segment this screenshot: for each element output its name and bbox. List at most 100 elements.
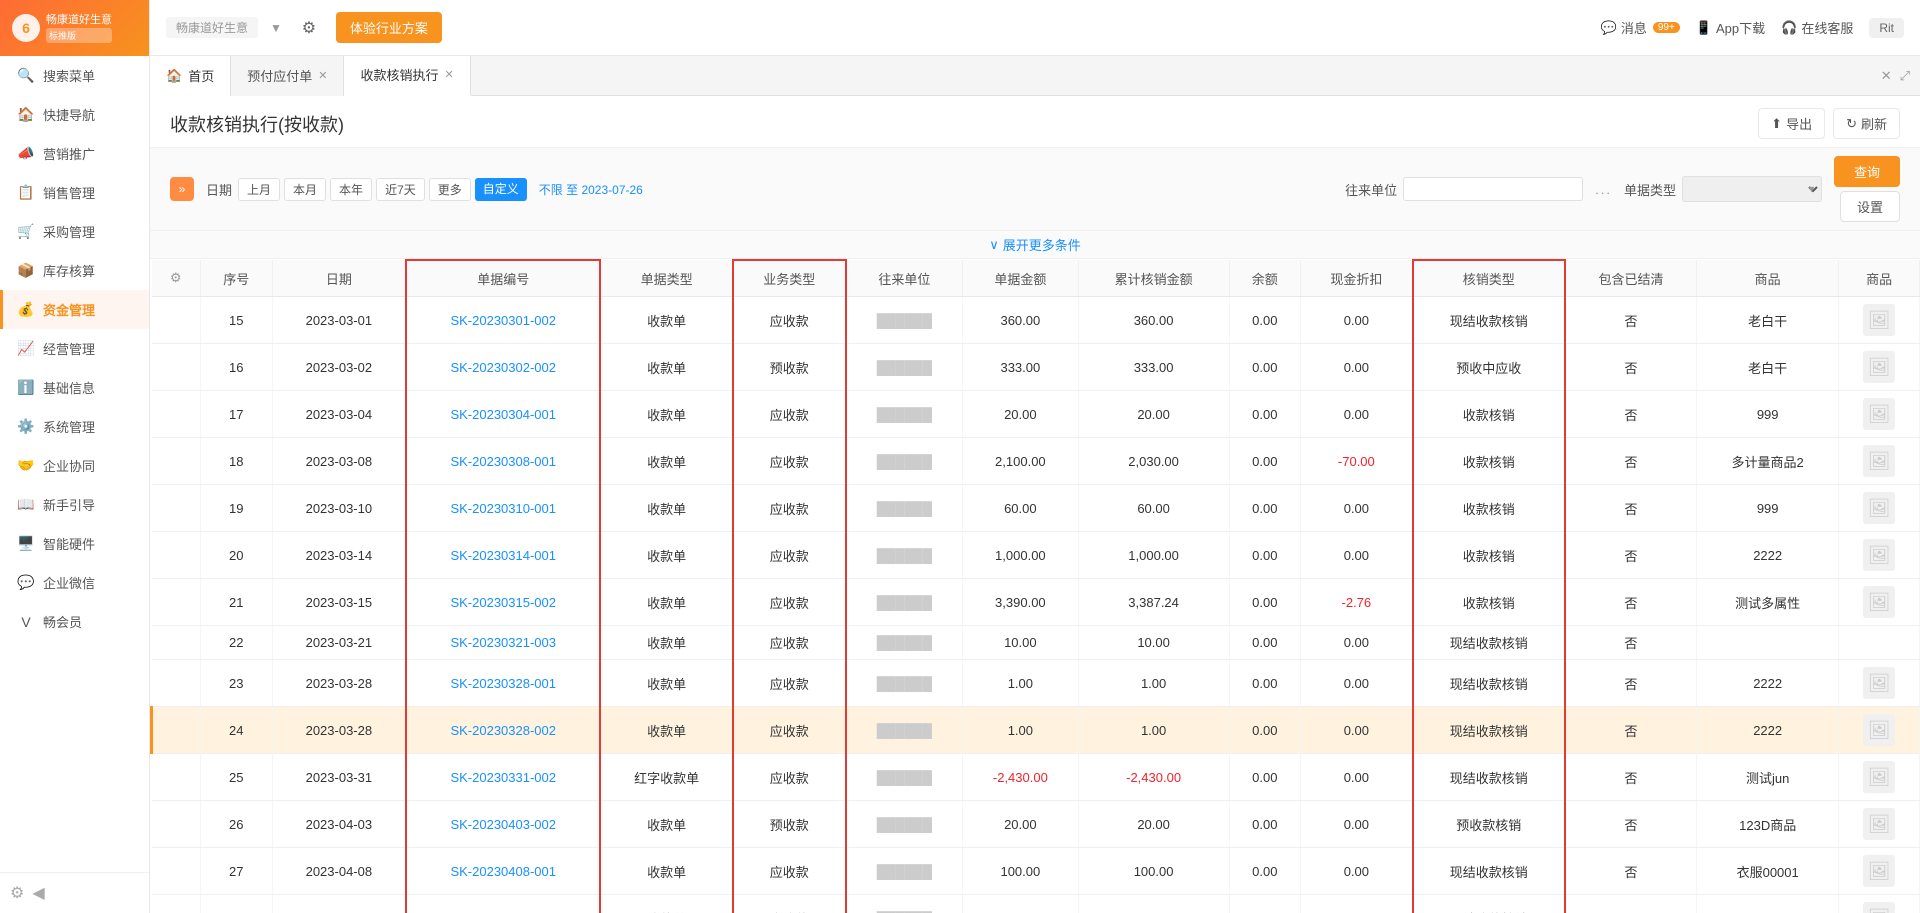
cell-no: 18	[200, 438, 272, 485]
date-btn-more[interactable]: 更多	[429, 178, 471, 201]
cell-no: 19	[200, 485, 272, 532]
table-container[interactable]: ⚙ 序号 日期 单据编号 单据类型 业务类型 往来单位 单据金额 累计核销金额 …	[150, 259, 1920, 913]
sidebar-item-marketing[interactable]: 📣 营销推广	[0, 134, 149, 173]
th-settings[interactable]: ⚙	[152, 260, 201, 297]
cell-goods: 2222	[1697, 660, 1839, 707]
partner-input[interactable]	[1403, 177, 1583, 201]
sidebar-item-inventory[interactable]: 📦 库存核算	[0, 251, 149, 290]
th-cashdiscount: 现金折扣	[1301, 260, 1413, 297]
cell-settings	[152, 660, 201, 707]
tab-maximize-icon[interactable]: ⤢	[1900, 68, 1910, 84]
cell-biztype: 应收款	[733, 626, 846, 660]
filter-toggle-btn[interactable]: »	[170, 177, 194, 201]
sidebar-item-enterprise[interactable]: 🤝 企业协同	[0, 446, 149, 485]
cell-no: 26	[200, 801, 272, 848]
cell-date: 2023-03-28	[272, 707, 406, 754]
skucode-link[interactable]: SK-20230302-002	[450, 360, 556, 375]
skucode-link[interactable]: SK-20230328-002	[450, 723, 556, 738]
cell-balance: 0.00	[1229, 707, 1301, 754]
sidebar-label-enterprise: 企业协同	[43, 456, 95, 475]
skucode-link[interactable]: SK-20230403-002	[450, 817, 556, 832]
expand-btn[interactable]: ∨ 展开更多条件	[989, 235, 1081, 254]
skucode-link[interactable]: SK-20230408-001	[450, 864, 556, 879]
th-goods: 商品	[1697, 260, 1839, 297]
tab-home[interactable]: 🏠 首页	[150, 56, 231, 96]
cell-no: 17	[200, 391, 272, 438]
sidebar-item-finance[interactable]: 💰 资金管理	[0, 290, 149, 329]
cell-settings	[152, 344, 201, 391]
sidebar-item-search[interactable]: 🔍 搜索菜单	[0, 56, 149, 95]
export-icon: ⬆	[1771, 116, 1782, 132]
sidebar-bottom: ⚙ ◀	[0, 872, 149, 913]
skucode-link[interactable]: SK-20230328-001	[450, 676, 556, 691]
cell-cashdiscount: 0.00	[1301, 848, 1413, 895]
sidebar-item-operation[interactable]: 📈 经营管理	[0, 329, 149, 368]
marketing-icon: 📣	[17, 145, 35, 163]
th-partner: 往来单位	[846, 260, 963, 297]
cell-settings	[152, 895, 201, 913]
th-accumulated: 累计核销金额	[1078, 260, 1229, 297]
sidebar-item-hardware[interactable]: 🖥️ 智能硬件	[0, 524, 149, 563]
cell-goods: 999	[1697, 391, 1839, 438]
date-btn-thisyear[interactable]: 本年	[330, 178, 372, 201]
skucode-link[interactable]: SK-20230308-001	[450, 454, 556, 469]
export-btn[interactable]: ⬆ 导出	[1758, 108, 1825, 139]
tab-collection-close[interactable]: ✕	[444, 68, 453, 81]
cell-skucode: SK-20230301-002	[406, 297, 600, 344]
guide-icon: 📖	[17, 496, 35, 514]
goods-thumbnail: 🖼	[1863, 351, 1895, 383]
cell-goods: 123D商品	[1697, 801, 1839, 848]
cell-partner: ██████	[846, 895, 963, 913]
quicknav-icon: 🏠	[17, 106, 35, 124]
refresh-btn[interactable]: ↻ 刷新	[1833, 108, 1900, 139]
cell-saletype: 现结收款核销	[1413, 754, 1565, 801]
tab-collection[interactable]: 收款核销执行 ✕	[344, 56, 470, 96]
cell-biztype: 应收款	[733, 391, 846, 438]
tab-close-icon[interactable]: ✕	[1881, 68, 1892, 84]
sidebar-logo: 6 畅康道好生意 标推版	[0, 0, 149, 56]
sidebar-item-wechat[interactable]: 💬 企业微信	[0, 563, 149, 602]
cell-skucode: SK-20230310-001	[406, 485, 600, 532]
app-label: App下载	[1716, 18, 1765, 37]
topbar-dropdown-arrow[interactable]: ▼	[270, 21, 282, 35]
cell-vouchertype: 收款单	[600, 848, 733, 895]
message-btn[interactable]: 💬 消息 99+	[1601, 18, 1680, 37]
skucode-link[interactable]: SK-20230315-002	[450, 595, 556, 610]
sidebar-item-sales[interactable]: 📋 销售管理	[0, 173, 149, 212]
tab-presale[interactable]: 预付应付单 ✕	[231, 56, 344, 96]
cell-saletype: 收款核销	[1413, 391, 1565, 438]
sidebar-item-quicknav[interactable]: 🏠 快捷导航	[0, 95, 149, 134]
tab-presale-close[interactable]: ✕	[318, 69, 327, 82]
date-custom-badge[interactable]: 自定义	[475, 178, 527, 201]
skucode-link[interactable]: SK-20230304-001	[450, 407, 556, 422]
query-btn[interactable]: 查询	[1834, 156, 1900, 187]
date-btn-thismonth[interactable]: 本月	[284, 178, 326, 201]
user-avatar[interactable]: Rit	[1869, 18, 1904, 38]
sidebar-item-system[interactable]: ⚙️ 系统管理	[0, 407, 149, 446]
goods-thumbnail: 🖼	[1863, 539, 1895, 571]
settings-icon[interactable]: ⚙	[10, 883, 24, 903]
sidebar-item-basic[interactable]: ℹ️ 基础信息	[0, 368, 149, 407]
industry-btn[interactable]: 体验行业方案	[336, 12, 442, 43]
sidebar-item-purchase[interactable]: 🛒 采购管理	[0, 212, 149, 251]
vouchertype-select[interactable]	[1682, 176, 1822, 202]
sidebar-item-member[interactable]: V 畅会员	[0, 602, 149, 641]
collapse-icon[interactable]: ◀	[32, 883, 44, 903]
topbar-gear-icon[interactable]: ⚙	[294, 13, 324, 43]
goods-thumbnail: 🖼	[1863, 761, 1895, 793]
skucode-link[interactable]: SK-20230301-002	[450, 313, 556, 328]
date-range-display: 不限 至 2023-07-26	[539, 181, 643, 198]
skucode-link[interactable]: SK-20230321-003	[450, 635, 556, 650]
skucode-link[interactable]: SK-20230331-002	[450, 770, 556, 785]
skucode-link[interactable]: SK-20230310-001	[450, 501, 556, 516]
date-btn-lastmonth[interactable]: 上月	[238, 178, 280, 201]
skucode-link[interactable]: SK-20230314-001	[450, 548, 556, 563]
cell-no: 23	[200, 660, 272, 707]
cell-balance: 0.00	[1229, 579, 1301, 626]
service-btn[interactable]: 🎧 在线客服	[1781, 18, 1853, 37]
date-btn-7days[interactable]: 近7天	[376, 178, 425, 201]
cell-vouchertype: 红字收款单	[600, 754, 733, 801]
sidebar-item-guide[interactable]: 📖 新手引导	[0, 485, 149, 524]
app-btn[interactable]: 📱 App下载	[1696, 18, 1765, 37]
filter-settings-btn[interactable]: 设置	[1840, 191, 1900, 222]
